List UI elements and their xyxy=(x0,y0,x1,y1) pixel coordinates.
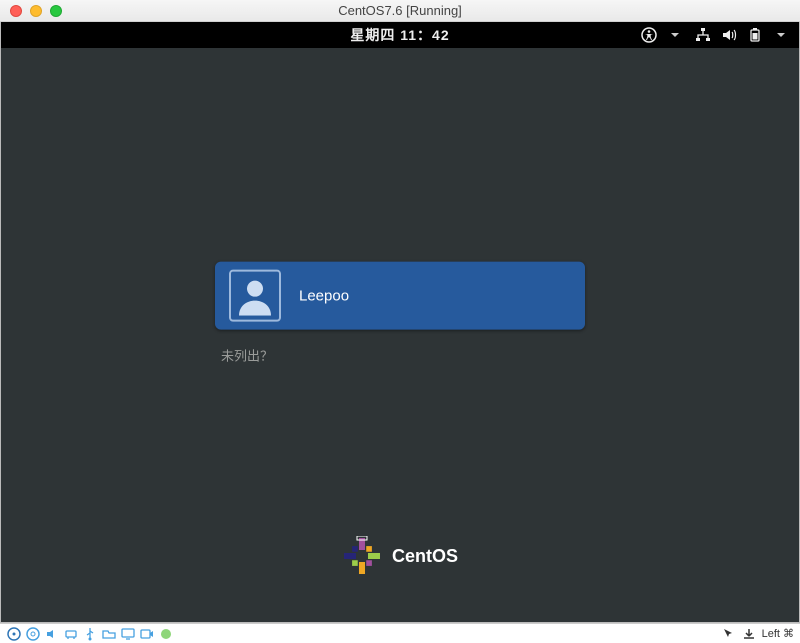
clock[interactable]: 星期四 11：42 xyxy=(350,25,449,45)
vm-screen: 星期四 11：42 xyxy=(0,22,800,623)
usb-icon[interactable] xyxy=(82,626,98,642)
host-key-label: Left ⌘ xyxy=(762,627,794,640)
accessibility-icon xyxy=(641,27,657,43)
host-status-bar: Left ⌘ xyxy=(0,623,800,643)
volume-icon xyxy=(721,27,737,43)
gnome-top-bar: 星期四 11：42 xyxy=(1,22,799,48)
display-icon[interactable] xyxy=(120,626,136,642)
centos-brand: CentOS xyxy=(342,536,458,576)
network-icon xyxy=(695,27,711,43)
chevron-down-icon xyxy=(773,27,789,43)
audio-icon[interactable] xyxy=(44,626,60,642)
network-adapter-icon[interactable] xyxy=(63,626,79,642)
not-listed-link[interactable]: 未列出？ xyxy=(221,346,273,365)
mac-titlebar: CentOS7.6 [Running] xyxy=(0,0,800,22)
user-icon xyxy=(235,276,275,316)
user-name-label: Leepoo xyxy=(299,287,349,304)
centos-logo-icon xyxy=(342,536,382,576)
system-menu[interactable] xyxy=(695,27,789,43)
accessibility-menu[interactable] xyxy=(641,27,683,43)
battery-icon xyxy=(747,27,763,43)
mouse-integration-icon[interactable] xyxy=(720,626,736,642)
keyboard-capture-icon[interactable] xyxy=(741,626,757,642)
vm-state-icon[interactable] xyxy=(158,626,174,642)
user-select-button[interactable]: Leepoo xyxy=(215,262,585,330)
gnome-status-area xyxy=(641,22,789,48)
chevron-down-icon xyxy=(667,27,683,43)
login-panel: Leepoo 未列出？ xyxy=(215,262,585,366)
optical-icon[interactable] xyxy=(25,626,41,642)
brand-name: CentOS xyxy=(392,546,458,567)
recording-icon[interactable] xyxy=(139,626,155,642)
hdd-icon[interactable] xyxy=(6,626,22,642)
window-title: CentOS7.6 [Running] xyxy=(0,3,800,18)
shared-folder-icon[interactable] xyxy=(101,626,117,642)
avatar xyxy=(229,270,281,322)
